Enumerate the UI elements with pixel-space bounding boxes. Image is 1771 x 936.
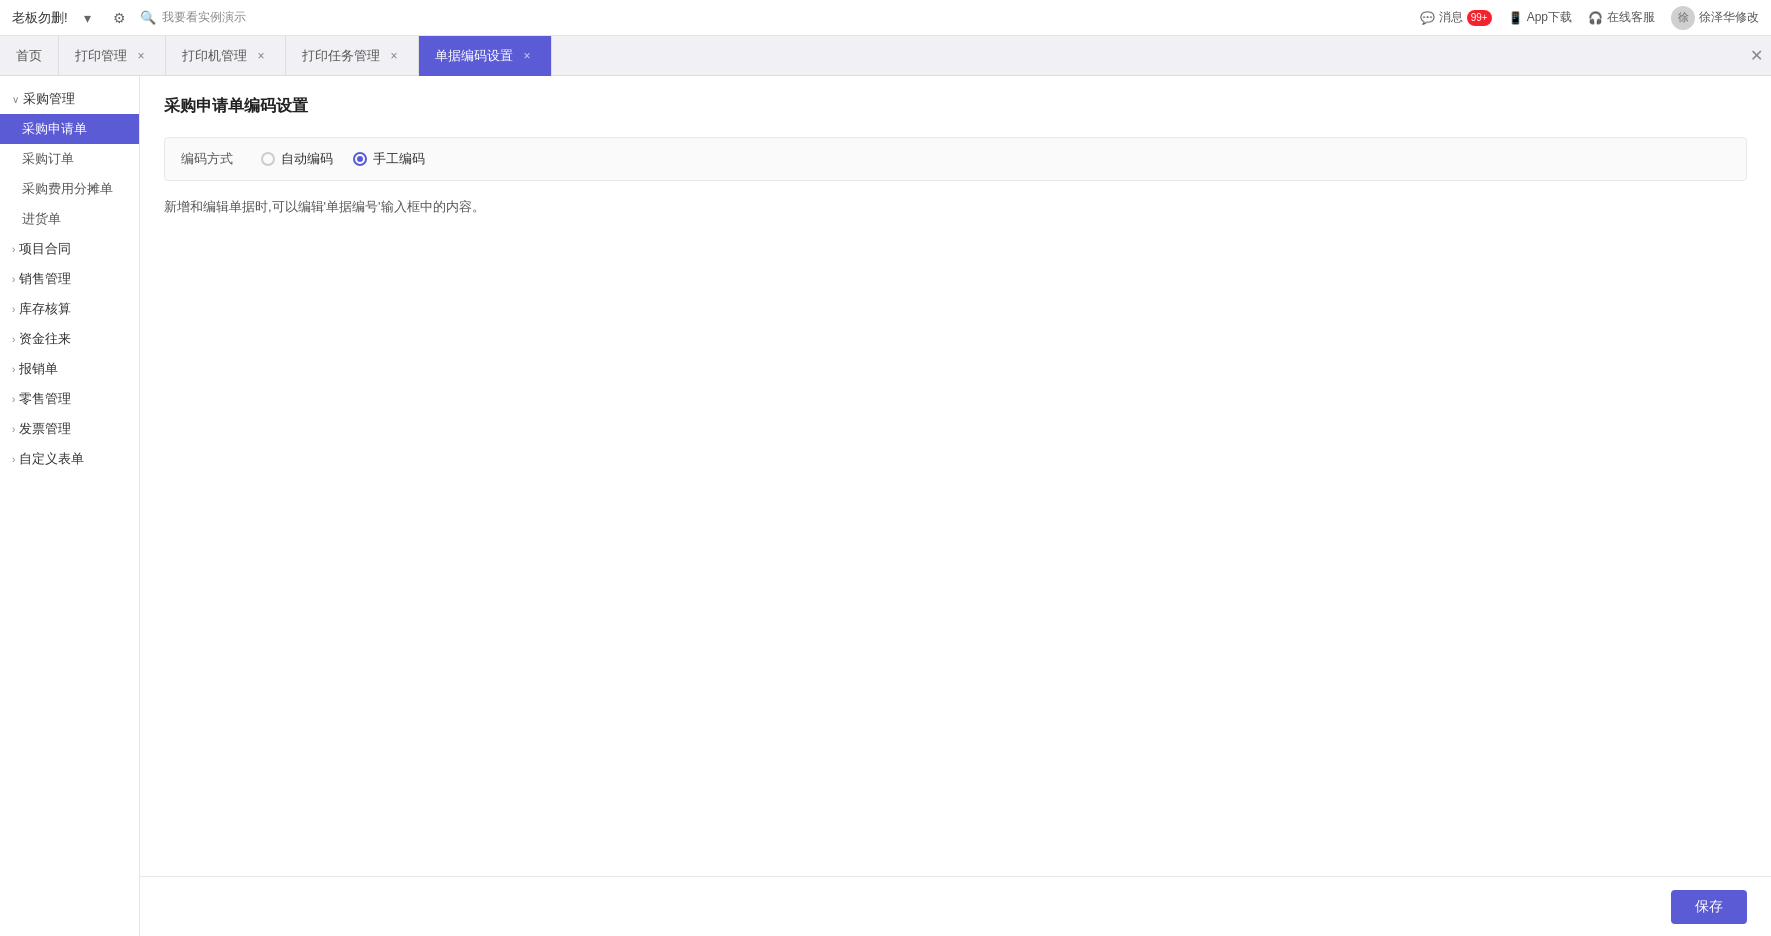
message-btn[interactable]: 💬 消息 99+ [1420,9,1492,26]
info-text: 新增和编辑单据时,可以编辑'单据编号'输入框中的内容。 [164,181,1747,234]
tab-bar: 首页 打印管理 × 打印机管理 × 打印任务管理 × 单据编码设置 × ✕ [0,36,1771,76]
sidebar-group-header-retail[interactable]: › 零售管理 [0,384,139,414]
sidebar-group-label-project: 项目合同 [19,240,71,258]
chevron-right-icon: › [12,394,15,405]
sidebar-group-header-custom[interactable]: › 自定义表单 [0,444,139,474]
sidebar-group-inventory: › 库存核算 [0,294,139,324]
sidebar-group-purchase: ∨ 采购管理采购申请单采购订单采购费用分摊单进货单 [0,84,139,234]
sidebar-group-header-invoice[interactable]: › 发票管理 [0,414,139,444]
sidebar-group-label-custom: 自定义表单 [19,450,84,468]
sidebar-group-label-retail: 零售管理 [19,390,71,408]
coding-method-controls: 自动编码 手工编码 [261,150,425,168]
chevron-right-icon: › [12,304,15,315]
sidebar-group-label-returns: 报销单 [19,360,58,378]
main-layout: ∨采购管理采购申请单采购订单采购费用分摊单进货单›项目合同›销售管理›库存核算›… [0,76,1771,936]
search-placeholder-text: 我要看实例演示 [162,9,246,26]
appdown-icon: 📱 [1508,11,1523,25]
save-button[interactable]: 保存 [1671,890,1747,924]
appdown-label: App下载 [1527,9,1572,26]
manual-code-option[interactable]: 手工编码 [353,150,425,168]
tab-print-mgr[interactable]: 打印管理 × [59,36,166,76]
coding-method-label: 编码方式 [181,150,261,168]
sidebar-group-label-inventory: 库存核算 [19,300,71,318]
tab-printer-mgr[interactable]: 打印机管理 × [166,36,286,76]
chevron-right-icon: › [12,364,15,375]
message-badge: 99+ [1467,10,1492,26]
sidebar-group-label-invoice: 发票管理 [19,420,71,438]
settings-icon[interactable]: ⚙ [108,6,132,30]
manual-code-radio[interactable] [353,152,367,166]
sidebar-item-purchase-receipt[interactable]: 进货单 [0,204,139,234]
tab-print-task[interactable]: 打印任务管理 × [286,36,419,76]
sidebar-group-label-purchase: 采购管理 [23,90,75,108]
sidebar-group-header-sales[interactable]: › 销售管理 [0,264,139,294]
service-icon: 🎧 [1588,11,1603,25]
chevron-right-icon: › [12,244,15,255]
message-icon: 💬 [1420,11,1435,25]
message-label: 消息 [1439,9,1463,26]
service-btn[interactable]: 🎧 在线客服 [1588,9,1655,26]
auto-code-label: 自动编码 [281,150,333,168]
tab-label-home: 首页 [16,47,42,65]
sidebar-group-retail: › 零售管理 [0,384,139,414]
auto-code-radio[interactable] [261,152,275,166]
user-info[interactable]: 徐 徐泽华修改 [1671,6,1759,30]
top-bar-right: 💬 消息 99+ 📱 App下载 🎧 在线客服 徐 徐泽华修改 [1420,6,1759,30]
tab-close-printer-mgr[interactable]: × [253,48,269,64]
sidebar-group-custom: › 自定义表单 [0,444,139,474]
chevron-down-icon: ∨ [12,94,19,105]
chevron-right-icon: › [12,274,15,285]
service-label: 在线客服 [1607,9,1655,26]
content-body: 采购申请单编码设置 编码方式 自动编码 手工编码 [140,76,1771,876]
sidebar-group-header-capital[interactable]: › 资金往来 [0,324,139,354]
sidebar-group-header-returns[interactable]: › 报销单 [0,354,139,384]
sidebar: ∨采购管理采购申请单采购订单采购费用分摊单进货单›项目合同›销售管理›库存核算›… [0,76,140,936]
chevron-right-icon: › [12,424,15,435]
search-icon: 🔍 [140,10,156,25]
tab-label-print-task: 打印任务管理 [302,47,380,65]
sidebar-group-sales: › 销售管理 [0,264,139,294]
tab-close-single-code[interactable]: × [519,48,535,64]
sidebar-item-purchase-request[interactable]: 采购申请单 [0,114,139,144]
top-bar-left: 老板勿删! ▾ ⚙ 🔍 我要看实例演示 [12,6,246,30]
manual-code-label: 手工编码 [373,150,425,168]
tab-label-print-mgr: 打印管理 [75,47,127,65]
sidebar-group-header-purchase[interactable]: ∨ 采购管理 [0,84,139,114]
sidebar-group-header-project[interactable]: › 项目合同 [0,234,139,264]
sidebar-group-label-sales: 销售管理 [19,270,71,288]
user-name: 徐泽华修改 [1699,9,1759,26]
page-title: 采购申请单编码设置 [164,96,1747,117]
search-bar[interactable]: 🔍 我要看实例演示 [140,9,246,26]
close-all-tabs-icon[interactable]: ✕ [1750,46,1763,65]
chevron-right-icon: › [12,454,15,465]
top-bar: 老板勿删! ▾ ⚙ 🔍 我要看实例演示 💬 消息 99+ 📱 App下载 🎧 在… [0,0,1771,36]
appdown-btn[interactable]: 📱 App下载 [1508,9,1572,26]
sidebar-group-returns: › 报销单 [0,354,139,384]
content-footer: 保存 [140,876,1771,936]
sidebar-group-invoice: › 发票管理 [0,414,139,444]
avatar: 徐 [1671,6,1695,30]
tab-label-printer-mgr: 打印机管理 [182,47,247,65]
auto-code-option[interactable]: 自动编码 [261,150,333,168]
sidebar-item-purchase-order[interactable]: 采购订单 [0,144,139,174]
tab-close-print-task[interactable]: × [386,48,402,64]
dropdown-icon[interactable]: ▾ [76,6,100,30]
content-area: 采购申请单编码设置 编码方式 自动编码 手工编码 [140,76,1771,936]
coding-method-row: 编码方式 自动编码 手工编码 [165,138,1746,180]
sidebar-group-header-inventory[interactable]: › 库存核算 [0,294,139,324]
tab-close-print-mgr[interactable]: × [133,48,149,64]
coding-method-section: 编码方式 自动编码 手工编码 [164,137,1747,181]
sidebar-item-purchase-expense[interactable]: 采购费用分摊单 [0,174,139,204]
tab-home[interactable]: 首页 [0,36,59,76]
chevron-right-icon: › [12,334,15,345]
sidebar-group-capital: › 资金往来 [0,324,139,354]
tab-label-single-code: 单据编码设置 [435,47,513,65]
sidebar-group-project: › 项目合同 [0,234,139,264]
brand-text: 老板勿删! [12,9,68,27]
tab-single-code[interactable]: 单据编码设置 × [419,36,552,76]
sidebar-group-label-capital: 资金往来 [19,330,71,348]
